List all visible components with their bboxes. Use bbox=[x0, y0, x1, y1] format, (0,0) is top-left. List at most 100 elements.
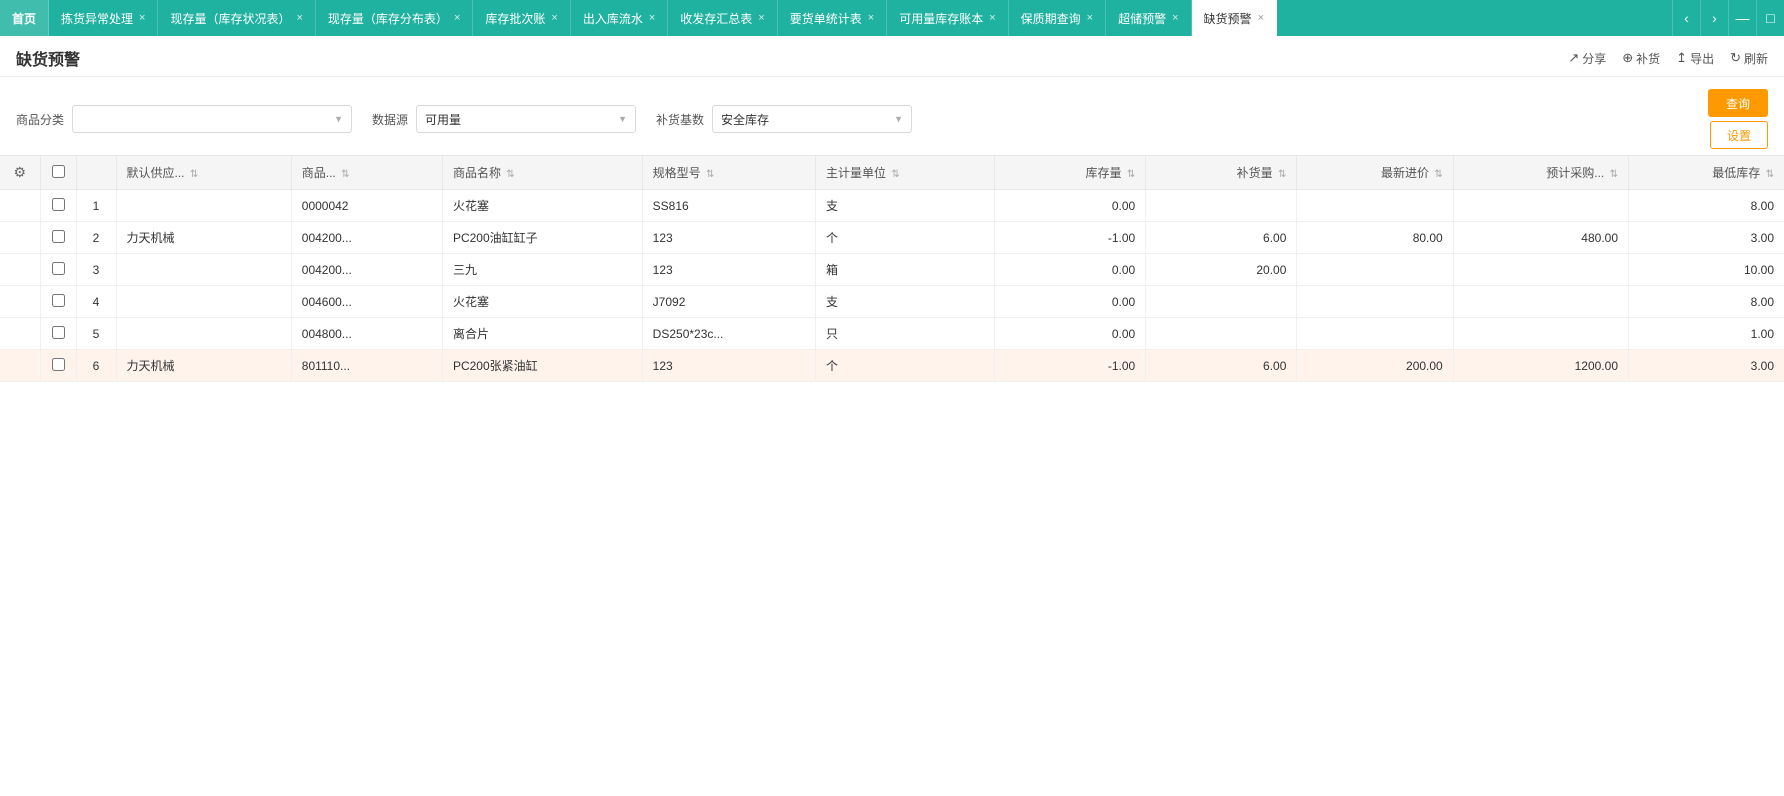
tab-maximize-btn[interactable]: □ bbox=[1756, 0, 1784, 36]
tab-label: 出入库流水 bbox=[583, 10, 643, 27]
goods-code-sort-icon: ⇅ bbox=[341, 169, 349, 180]
row-check[interactable] bbox=[40, 222, 76, 254]
row-supplier bbox=[116, 190, 291, 222]
row-latest-price bbox=[1297, 286, 1453, 318]
tab-label: 拣货异常处理 bbox=[61, 10, 133, 27]
tab-label: 缺货预警 bbox=[1204, 10, 1252, 27]
tab-minimize-btn[interactable]: — bbox=[1728, 0, 1756, 36]
row-plan-purchase: 1200.00 bbox=[1453, 350, 1628, 382]
tab-close-icon[interactable]: × bbox=[551, 12, 557, 24]
tab-recv-summary[interactable]: 收发存汇总表 × bbox=[668, 0, 777, 36]
tab-label: 库存批次账 bbox=[485, 10, 545, 27]
row-num: 5 bbox=[76, 318, 116, 350]
category-dropdown-icon: ▼ bbox=[334, 114, 343, 124]
row-unit: 箱 bbox=[815, 254, 994, 286]
th-goods-name[interactable]: 商品名称 ⇅ bbox=[442, 156, 642, 190]
th-supplier[interactable]: 默认供应... ⇅ bbox=[116, 156, 291, 190]
share-button[interactable]: ↗ 分享 bbox=[1568, 50, 1606, 67]
row-check[interactable] bbox=[40, 318, 76, 350]
settings-button[interactable]: 设置 bbox=[1710, 121, 1768, 149]
tab-home[interactable]: 首页 bbox=[0, 0, 49, 36]
table-body: 1 0000042 火花塞 SS816 支 0.00 8.00 2 力天机械 0… bbox=[0, 190, 1784, 382]
tab-close-icon[interactable]: × bbox=[296, 12, 302, 24]
row-stock: 0.00 bbox=[995, 318, 1146, 350]
tab-inout-flow[interactable]: 出入库流水 × bbox=[571, 0, 668, 36]
th-replenish[interactable]: 补货量 ⇅ bbox=[1146, 156, 1297, 190]
replenish-base-select[interactable]: 安全库存 ▼ bbox=[712, 105, 912, 133]
category-select[interactable]: ▼ bbox=[72, 105, 352, 133]
page-header: 缺货预警 ↗ 分享 ⊕ 补货 ↥ 导出 ↻ 刷新 bbox=[0, 36, 1784, 77]
tab-stock-exception[interactable]: 拣货异常处理 × bbox=[49, 0, 158, 36]
th-settings[interactable]: ⚙ bbox=[0, 156, 40, 190]
replenish-sort-icon: ⇅ bbox=[1278, 169, 1286, 180]
row-checkbox-2[interactable] bbox=[52, 262, 65, 275]
tab-close-icon[interactable]: × bbox=[1258, 12, 1264, 24]
tab-close-icon[interactable]: × bbox=[1087, 12, 1093, 24]
row-plan-purchase: 480.00 bbox=[1453, 222, 1628, 254]
replenish-base-filter: 补货基数 安全库存 ▼ bbox=[656, 105, 912, 133]
row-spec: 123 bbox=[642, 222, 815, 254]
row-plan-purchase bbox=[1453, 254, 1628, 286]
row-goods-code: 0000042 bbox=[291, 190, 442, 222]
tab-scroll-left-btn[interactable]: ‹ bbox=[1672, 0, 1700, 36]
th-goods-code-label: 商品... bbox=[302, 166, 336, 180]
tab-label: 要货单统计表 bbox=[790, 10, 862, 27]
tab-overstock-warning[interactable]: 超储预警 × bbox=[1106, 0, 1191, 36]
tab-label: 收发存汇总表 bbox=[680, 10, 752, 27]
row-num: 6 bbox=[76, 350, 116, 382]
th-spec-label: 规格型号 bbox=[653, 166, 701, 180]
row-check[interactable] bbox=[40, 350, 76, 382]
th-goods-code[interactable]: 商品... ⇅ bbox=[291, 156, 442, 190]
row-check[interactable] bbox=[40, 286, 76, 318]
tab-stock-dist[interactable]: 现存量（库存分布表） × bbox=[316, 0, 473, 36]
row-supplier bbox=[116, 286, 291, 318]
tab-close-icon[interactable]: × bbox=[1172, 12, 1178, 24]
row-latest-price bbox=[1297, 190, 1453, 222]
datasource-select[interactable]: 可用量 ▼ bbox=[416, 105, 636, 133]
row-spec: J7092 bbox=[642, 286, 815, 318]
tab-label: 现存量（库存状况表） bbox=[170, 10, 290, 27]
tab-avail-ledger[interactable]: 可用量库存账本 × bbox=[887, 0, 1008, 36]
row-checkbox-5[interactable] bbox=[52, 358, 65, 371]
th-min-stock[interactable]: 最低库存 ⇅ bbox=[1629, 156, 1784, 190]
row-stock: 0.00 bbox=[995, 254, 1146, 286]
tab-scroll-right-btn[interactable]: › bbox=[1700, 0, 1728, 36]
select-all-checkbox[interactable] bbox=[52, 165, 65, 178]
th-check[interactable] bbox=[40, 156, 76, 190]
tab-close-icon[interactable]: × bbox=[454, 12, 460, 24]
row-unit: 只 bbox=[815, 318, 994, 350]
export-button[interactable]: ↥ 导出 bbox=[1676, 50, 1714, 67]
tab-close-icon[interactable]: × bbox=[758, 12, 764, 24]
row-spec: 123 bbox=[642, 350, 815, 382]
row-min-stock: 8.00 bbox=[1629, 190, 1784, 222]
th-stock[interactable]: 库存量 ⇅ bbox=[995, 156, 1146, 190]
tab-label: 保质期查询 bbox=[1021, 10, 1081, 27]
tab-stock-status[interactable]: 现存量（库存状况表） × bbox=[158, 0, 315, 36]
replenish-button[interactable]: ⊕ 补货 bbox=[1622, 50, 1660, 67]
table-row: 1 0000042 火花塞 SS816 支 0.00 8.00 bbox=[0, 190, 1784, 222]
th-plan-purchase[interactable]: 预计采购... ⇅ bbox=[1453, 156, 1628, 190]
tab-shortage-warning[interactable]: 缺货预警 × bbox=[1192, 0, 1277, 36]
tab-close-icon[interactable]: × bbox=[139, 12, 145, 24]
row-checkbox-0[interactable] bbox=[52, 198, 65, 211]
th-latest-price[interactable]: 最新进价 ⇅ bbox=[1297, 156, 1453, 190]
row-check[interactable] bbox=[40, 190, 76, 222]
row-checkbox-3[interactable] bbox=[52, 294, 65, 307]
row-num: 4 bbox=[76, 286, 116, 318]
tab-batch-account[interactable]: 库存批次账 × bbox=[473, 0, 570, 36]
row-check[interactable] bbox=[40, 254, 76, 286]
tab-close-icon[interactable]: × bbox=[649, 12, 655, 24]
settings-gear-icon[interactable]: ⚙ bbox=[13, 164, 26, 180]
tab-order-stat[interactable]: 要货单统计表 × bbox=[778, 0, 887, 36]
tab-close-icon[interactable]: × bbox=[868, 12, 874, 24]
tab-close-icon[interactable]: × bbox=[989, 12, 995, 24]
row-checkbox-4[interactable] bbox=[52, 326, 65, 339]
th-spec[interactable]: 规格型号 ⇅ bbox=[642, 156, 815, 190]
row-checkbox-1[interactable] bbox=[52, 230, 65, 243]
th-unit[interactable]: 主计量单位 ⇅ bbox=[815, 156, 994, 190]
query-button[interactable]: 查询 bbox=[1708, 89, 1768, 117]
tab-expiry-query[interactable]: 保质期查询 × bbox=[1009, 0, 1106, 36]
row-settings bbox=[0, 254, 40, 286]
refresh-button[interactable]: ↻ 刷新 bbox=[1730, 50, 1768, 67]
row-plan-purchase bbox=[1453, 286, 1628, 318]
